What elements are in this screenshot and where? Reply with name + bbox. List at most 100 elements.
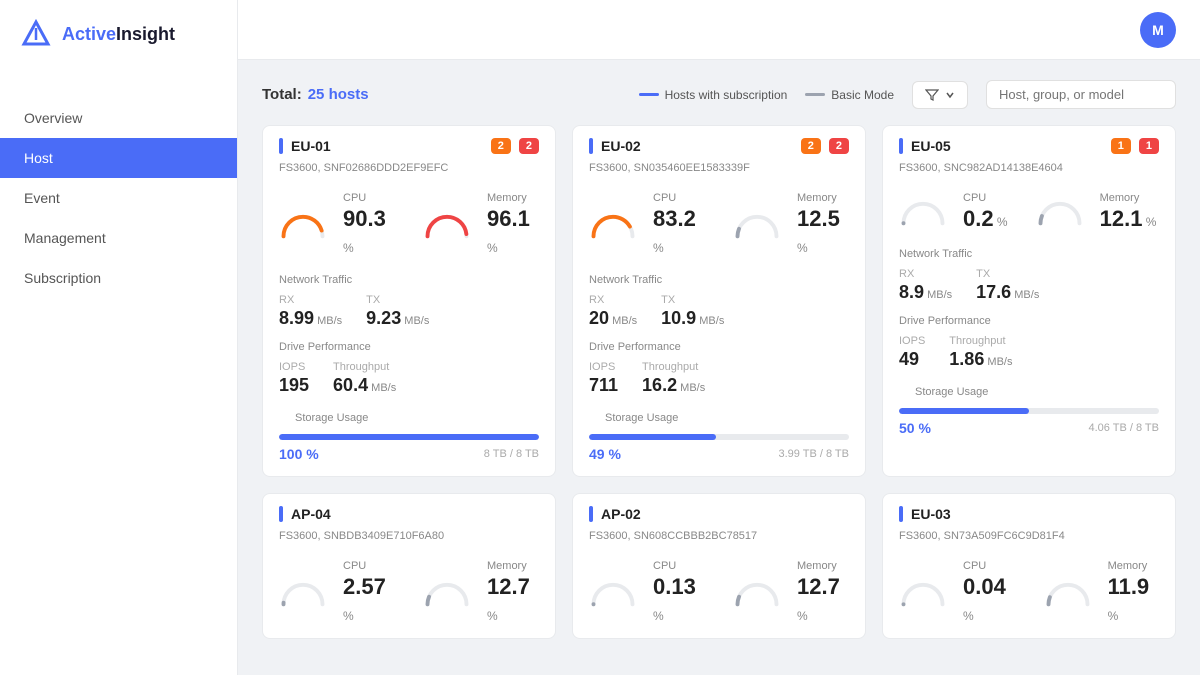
- legend-basic: Basic Mode: [805, 88, 894, 102]
- card-subtitle: FS3600, SN73A509FC6C9D81F4: [883, 530, 1175, 552]
- logo-icon: [20, 18, 52, 50]
- card-accent: [899, 138, 903, 154]
- gauge-svg: [733, 209, 781, 240]
- rx-value: 20 MB/s: [589, 308, 637, 329]
- card-id: EU-02: [601, 138, 793, 154]
- memory-gauge-item: [733, 560, 781, 626]
- network-row: RX 8.9 MB/s TX 17.6 MB/s: [883, 264, 1175, 311]
- cards-grid: EU-01 22 FS3600, SNF02686DDD2EF9EFC CPU …: [262, 125, 1176, 639]
- cpu-value: 90.3 %: [343, 206, 395, 258]
- gauge-svg: [733, 577, 781, 608]
- throughput-item: Throughput 1.86 MB/s: [949, 335, 1012, 370]
- drive-label: Drive Performance: [573, 337, 865, 357]
- host-card: EU-05 11 FS3600, SNC982AD14138E4604 CPU …: [882, 125, 1176, 477]
- cpu-label: CPU: [343, 560, 395, 572]
- cpu-gauge-item: [279, 192, 327, 258]
- gauges-row: CPU 0.04 % Memory 11.9 %: [883, 552, 1175, 638]
- storage-bar-bg: [279, 434, 539, 440]
- storage-pct: 100 %: [279, 446, 319, 462]
- host-card: EU-01 22 FS3600, SNF02686DDD2EF9EFC CPU …: [262, 125, 556, 477]
- memory-label: Memory: [797, 192, 849, 204]
- memory-metric: Memory 11.9 %: [1108, 560, 1159, 626]
- filter-button[interactable]: [912, 81, 968, 109]
- cpu-label: CPU: [653, 560, 705, 572]
- throughput-label: Throughput: [333, 361, 396, 373]
- cpu-value: 0.13 %: [653, 574, 705, 626]
- gauges-row: CPU 83.2 % Memory 12.5 %: [573, 184, 865, 270]
- iops-value: 711: [589, 375, 618, 396]
- total-label: Total:: [262, 86, 302, 103]
- card-accent: [589, 506, 593, 522]
- filter-input[interactable]: [986, 80, 1176, 109]
- iops-label: IOPS: [279, 361, 309, 373]
- storage-pct: 50 %: [899, 420, 931, 436]
- sidebar-item-management[interactable]: Management: [0, 218, 237, 258]
- sidebar-item-event[interactable]: Event: [0, 178, 237, 218]
- memory-value: 12.7 %: [797, 574, 849, 626]
- cpu-value: 83.2 %: [653, 206, 705, 258]
- gauges-row: CPU 2.57 % Memory 12.7 %: [263, 552, 555, 638]
- cpu-metric: CPU 0.2 %: [963, 192, 1008, 232]
- nav-menu: Overview Host Event Management Subscript…: [0, 88, 237, 308]
- rx-item: RX 8.9 MB/s: [899, 268, 952, 303]
- card-header: EU-01 22: [263, 126, 555, 162]
- legend-subscription-label: Hosts with subscription: [665, 88, 788, 102]
- memory-metric: Memory 12.5 %: [797, 192, 849, 258]
- throughput-item: Throughput 60.4 MB/s: [333, 361, 396, 396]
- badge-warn: 1: [1111, 138, 1131, 154]
- memory-metric: Memory 12.7 %: [487, 560, 539, 626]
- badge-warn: 2: [801, 138, 821, 154]
- legend-basic-label: Basic Mode: [831, 88, 894, 102]
- storage-label: Storage Usage: [899, 382, 1159, 402]
- card-accent: [899, 506, 903, 522]
- badge-error: 1: [1139, 138, 1159, 154]
- card-id: EU-01: [291, 138, 483, 154]
- gauge-svg: [1036, 196, 1084, 227]
- sidebar-item-overview[interactable]: Overview: [0, 98, 237, 138]
- sidebar-item-subscription[interactable]: Subscription: [0, 258, 237, 298]
- gauges-row: CPU 0.2 % Memory 12.1 %: [883, 184, 1175, 244]
- iops-item: IOPS 49: [899, 335, 925, 370]
- tx-label: TX: [661, 294, 724, 306]
- host-card: EU-02 22 FS3600, SN035460EE1583339F CPU …: [572, 125, 866, 477]
- rx-item: RX 8.99 MB/s: [279, 294, 342, 329]
- host-card: AP-04 FS3600, SNBDB3409E710F6A80 CPU 2.5…: [262, 493, 556, 639]
- storage-detail: 3.99 TB / 8 TB: [778, 448, 849, 460]
- iops-label: IOPS: [589, 361, 618, 373]
- avatar[interactable]: M: [1140, 12, 1176, 48]
- storage-row: 50 % 4.06 TB / 8 TB: [899, 420, 1159, 436]
- card-id: AP-04: [291, 506, 539, 522]
- gauge-svg: [279, 209, 327, 240]
- cpu-value: 2.57 %: [343, 574, 395, 626]
- gauge-svg: [279, 577, 327, 608]
- cpu-label: CPU: [963, 560, 1016, 572]
- storage-row: 100 % 8 TB / 8 TB: [279, 446, 539, 462]
- cpu-label: CPU: [343, 192, 395, 204]
- card-header: EU-02 22: [573, 126, 865, 162]
- card-accent: [279, 506, 283, 522]
- memory-gauge-item: [423, 560, 471, 626]
- storage-bar-bg: [899, 408, 1159, 414]
- cpu-gauge-item: [899, 192, 947, 232]
- card-subtitle: FS3600, SNBDB3409E710F6A80: [263, 530, 555, 552]
- cpu-gauge-item: [279, 560, 327, 626]
- memory-metric: Memory 12.1 %: [1100, 192, 1157, 232]
- rx-item: RX 20 MB/s: [589, 294, 637, 329]
- throughput-item: Throughput 16.2 MB/s: [642, 361, 705, 396]
- memory-label: Memory: [1108, 560, 1159, 572]
- card-header: EU-03: [883, 494, 1175, 530]
- cpu-gauge-item: [899, 560, 947, 626]
- tx-item: TX 17.6 MB/s: [976, 268, 1039, 303]
- iops-value: 195: [279, 375, 309, 396]
- gauges-row: CPU 0.13 % Memory 12.7 %: [573, 552, 865, 638]
- toolbar-right: Hosts with subscription Basic Mode: [639, 80, 1176, 109]
- legend-basic-line: [805, 93, 825, 96]
- host-count: 25 hosts: [308, 86, 369, 103]
- network-row: RX 20 MB/s TX 10.9 MB/s: [573, 290, 865, 337]
- main-area: M Total: 25 hosts Hosts with subscriptio…: [238, 0, 1200, 675]
- sidebar-item-host[interactable]: Host: [0, 138, 237, 178]
- rx-label: RX: [899, 268, 952, 280]
- card-subtitle: FS3600, SNF02686DDD2EF9EFC: [263, 162, 555, 184]
- memory-label: Memory: [1100, 192, 1157, 204]
- memory-metric: Memory 96.1 %: [487, 192, 539, 258]
